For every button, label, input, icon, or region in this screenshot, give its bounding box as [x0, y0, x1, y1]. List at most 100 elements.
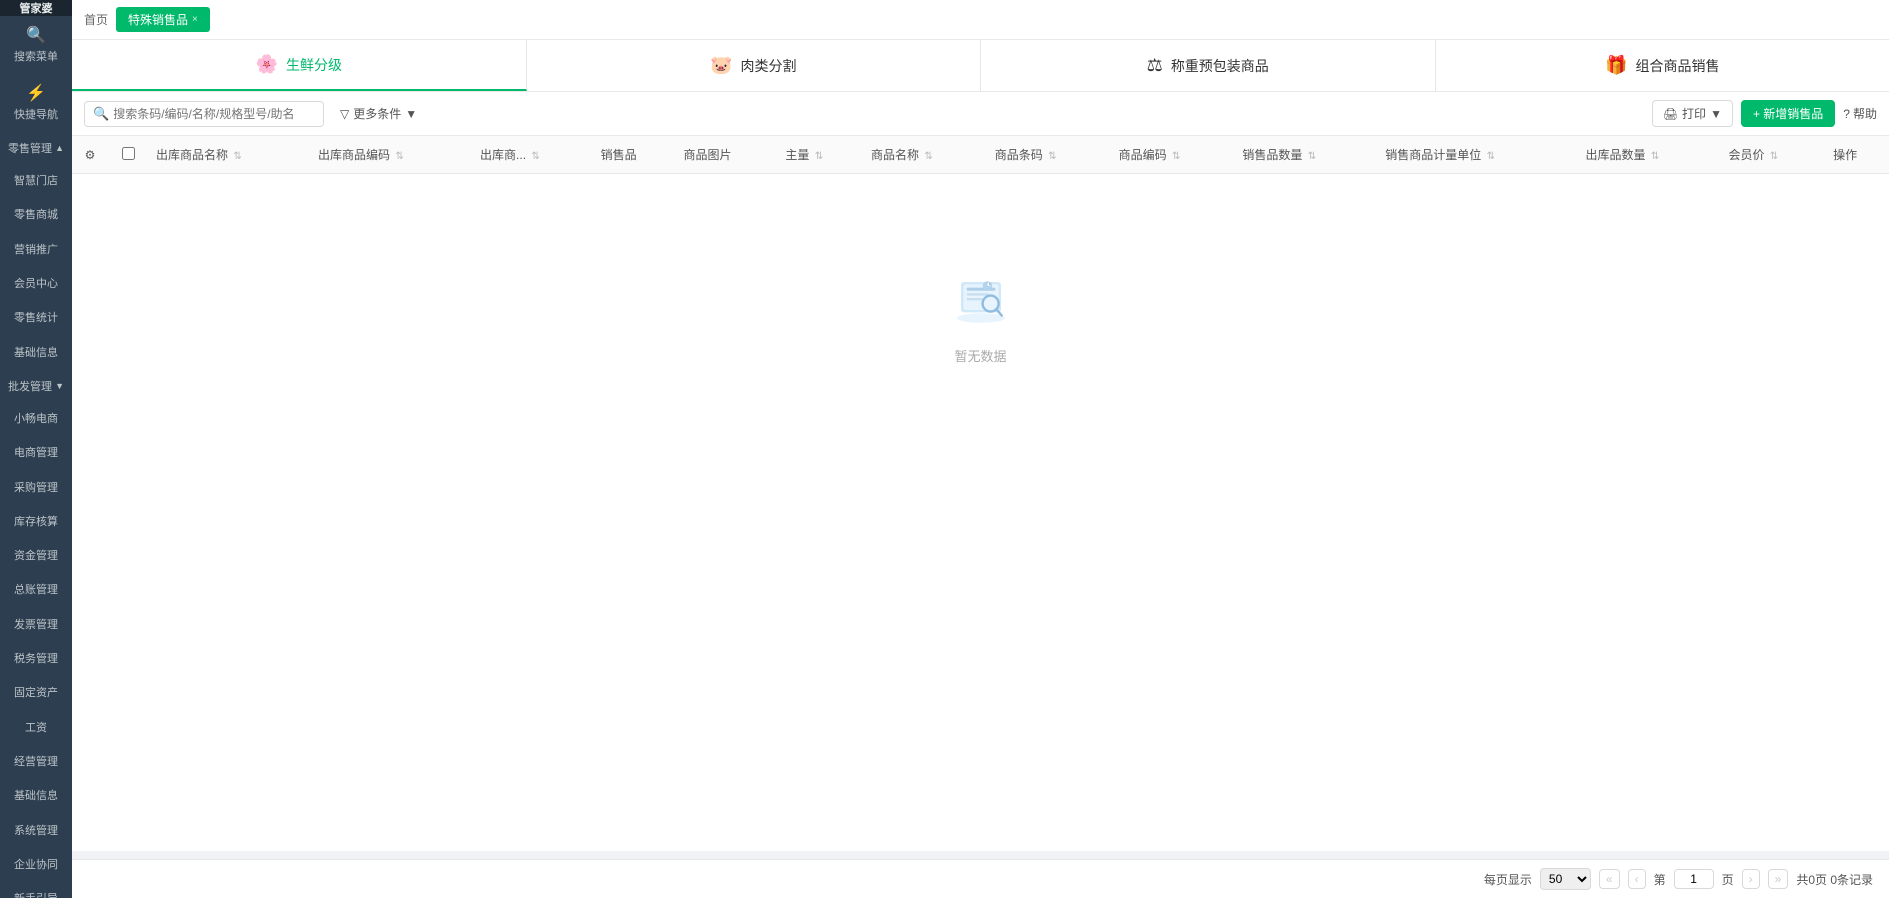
sidebar-item-fixed-assets[interactable]: 固定资产 — [0, 676, 72, 710]
smart-store-label: 智慧门店 — [14, 174, 58, 188]
help-button[interactable]: ? 帮助 — [1843, 105, 1877, 122]
print-arrow-icon: ▼ — [1710, 107, 1722, 121]
table-col-checkbox[interactable] — [108, 136, 148, 174]
sidebar-logo: 管家婆 — [0, 0, 72, 16]
table-col-sale-unit[interactable]: 销售商品计量单位 ⇅ — [1377, 136, 1577, 174]
pagination-first-button[interactable]: « — [1599, 869, 1620, 889]
pagination-page-suffix: 页 — [1722, 871, 1734, 888]
pagination-page-input[interactable] — [1674, 869, 1714, 889]
topbar-home-link[interactable]: 首页 — [84, 11, 108, 28]
sidebar-item-wholesale-mgmt[interactable]: 批发管理 ▼ — [0, 370, 72, 402]
search-menu-icon: 🔍 — [26, 26, 46, 47]
sort-product-name-icon: ⇅ — [924, 151, 932, 162]
table-col-member-price[interactable]: 会员价 ⇅ — [1720, 136, 1825, 174]
col-member-price-label: 会员价 — [1728, 148, 1764, 162]
search-icon: 🔍 — [93, 106, 109, 122]
sidebar-item-invoice-mgmt[interactable]: 发票管理 — [0, 608, 72, 642]
per-page-select[interactable]: 50 10 20 100 — [1540, 868, 1591, 890]
ops-mgmt-label: 经营管理 — [14, 755, 58, 769]
pagination-last-button[interactable]: » — [1768, 869, 1789, 889]
sidebar-item-ops-mgmt[interactable]: 经营管理 — [0, 745, 72, 779]
print-icon: 🖨 — [1663, 107, 1678, 121]
sidebar-item-new-guide[interactable]: 新手引导 — [0, 882, 72, 898]
sidebar-item-tax-mgmt[interactable]: 税务管理 — [0, 642, 72, 676]
pagination-next-button[interactable]: › — [1742, 869, 1760, 889]
empty-illustration — [941, 254, 1021, 334]
select-all-checkbox[interactable] — [122, 147, 135, 160]
print-button[interactable]: 🖨 打印 ▼ — [1652, 100, 1733, 127]
table-col-product-name[interactable]: 商品名称 ⇅ — [863, 136, 987, 174]
quick-nav-icon: ⚡ — [26, 84, 46, 105]
table-col-weight[interactable]: 主量 ⇅ — [777, 136, 863, 174]
category-tab-fresh-grade[interactable]: 🌸 生鲜分级 — [72, 40, 527, 91]
col-out-name-label: 出库商品名称 — [156, 148, 228, 162]
wholesale-mgmt-arrow-icon: ▼ — [55, 381, 64, 391]
sidebar-item-biz-coop[interactable]: 企业协同 — [0, 848, 72, 882]
table-body: 暂无数据 — [72, 174, 1889, 446]
retail-mall-label: 零售商城 — [14, 208, 58, 222]
filter-arrow-icon: ▼ — [405, 107, 417, 121]
table-col-gear[interactable]: ⚙ — [72, 136, 108, 174]
table-container[interactable]: ⚙ 出库商品名称 ⇅ 出库商品编码 ⇅ 出库商. — [72, 136, 1889, 851]
category-tab-meat-cut[interactable]: 🐷 肉类分割 — [527, 40, 982, 91]
sidebar-item-marketing[interactable]: 营销推广 — [0, 233, 72, 267]
sidebar-item-mini-ecom[interactable]: 小畅电商 — [0, 402, 72, 436]
filter-button[interactable]: ▽ 更多条件 ▼ — [332, 101, 425, 126]
table-col-product-img[interactable]: 商品图片 — [675, 136, 777, 174]
table-col-sale-qty[interactable]: 销售品数量 ⇅ — [1234, 136, 1377, 174]
basic-info2-label: 基础信息 — [14, 789, 58, 803]
ecom-mgmt-label: 电商管理 — [14, 446, 58, 460]
weigh-package-icon: ⚖ — [1147, 55, 1163, 76]
fund-mgmt-label: 资金管理 — [14, 549, 58, 563]
topbar-tab-close-icon[interactable]: × — [192, 14, 198, 25]
search-box[interactable]: 🔍 — [84, 101, 324, 127]
pagination-total-label: 共0页 0条记录 — [1796, 871, 1873, 888]
sidebar-item-retail-mgmt[interactable]: 零售管理 ▲ — [0, 132, 72, 164]
sidebar-item-inventory[interactable]: 库存核算 — [0, 505, 72, 539]
fresh-grade-label: 生鲜分级 — [286, 55, 342, 75]
horizontal-scrollbar[interactable] — [72, 851, 1889, 859]
sort-sale-unit-icon: ⇅ — [1487, 151, 1495, 162]
sidebar-item-quick-nav[interactable]: ⚡ 快捷导航 — [0, 74, 72, 132]
sidebar-item-salary[interactable]: 工资 — [0, 711, 72, 745]
sidebar-item-general-ledger[interactable]: 总账管理 — [0, 573, 72, 607]
print-label: 打印 — [1682, 105, 1706, 122]
table-col-out-qty[interactable]: 出库品数量 ⇅ — [1578, 136, 1721, 174]
sidebar-item-fund-mgmt[interactable]: 资金管理 — [0, 539, 72, 573]
sidebar-item-basic-info[interactable]: 基础信息 — [0, 336, 72, 370]
category-tab-weigh-package[interactable]: ⚖ 称重预包装商品 — [981, 40, 1436, 91]
pagination: 每页显示 50 10 20 100 « ‹ 第 页 › » 共0页 0条记录 — [72, 859, 1889, 898]
sidebar-item-search-menu[interactable]: 🔍 搜索菜单 — [0, 16, 72, 74]
table-col-out-name[interactable]: 出库商品名称 ⇅ — [148, 136, 310, 174]
sidebar-item-member-center[interactable]: 会员中心 — [0, 267, 72, 301]
member-center-label: 会员中心 — [14, 277, 58, 291]
purchase-mgmt-label: 采购管理 — [14, 481, 58, 495]
sidebar-item-smart-store[interactable]: 智慧门店 — [0, 164, 72, 198]
col-operation-label: 操作 — [1833, 148, 1857, 162]
data-table: ⚙ 出库商品名称 ⇅ 出库商品编码 ⇅ 出库商. — [72, 136, 1889, 445]
table-col-out-spec[interactable]: 出库商... ⇅ — [472, 136, 593, 174]
col-product-img-label: 商品图片 — [683, 148, 731, 162]
category-tabs: 🌸 生鲜分级 🐷 肉类分割 ⚖ 称重预包装商品 🎁 组合商品销售 — [72, 40, 1889, 92]
table-col-product-code[interactable]: 商品编码 ⇅ — [1111, 136, 1235, 174]
category-tab-combo-sales[interactable]: 🎁 组合商品销售 — [1436, 40, 1889, 91]
table-col-out-code[interactable]: 出库商品编码 ⇅ — [310, 136, 472, 174]
table-col-barcode[interactable]: 商品条码 ⇅ — [987, 136, 1111, 174]
table-col-sale-item[interactable]: 销售品 — [593, 136, 676, 174]
topbar-active-tab[interactable]: 特殊销售品 × — [116, 7, 210, 32]
search-input[interactable] — [113, 107, 315, 121]
sidebar-item-ecom-mgmt[interactable]: 电商管理 — [0, 436, 72, 470]
main-content: 首页 特殊销售品 × 🌸 生鲜分级 🐷 肉类分割 ⚖ 称重预包装商品 🎁 组合商… — [72, 0, 1889, 898]
sidebar-item-retail-stats[interactable]: 零售统计 — [0, 301, 72, 335]
marketing-label: 营销推广 — [14, 243, 58, 257]
col-weight-label: 主量 — [785, 148, 809, 162]
sidebar-item-purchase-mgmt[interactable]: 采购管理 — [0, 471, 72, 505]
sidebar-item-basic-info2[interactable]: 基础信息 — [0, 779, 72, 813]
sidebar-item-retail-mall[interactable]: 零售商城 — [0, 198, 72, 232]
filter-label: 更多条件 — [353, 105, 401, 122]
wholesale-mgmt-label: 批发管理 — [8, 378, 52, 394]
sys-mgmt-label: 系统管理 — [14, 824, 58, 838]
sidebar-item-sys-mgmt[interactable]: 系统管理 — [0, 814, 72, 848]
pagination-prev-button[interactable]: ‹ — [1628, 869, 1646, 889]
add-sale-item-button[interactable]: + 新增销售品 — [1741, 100, 1835, 127]
